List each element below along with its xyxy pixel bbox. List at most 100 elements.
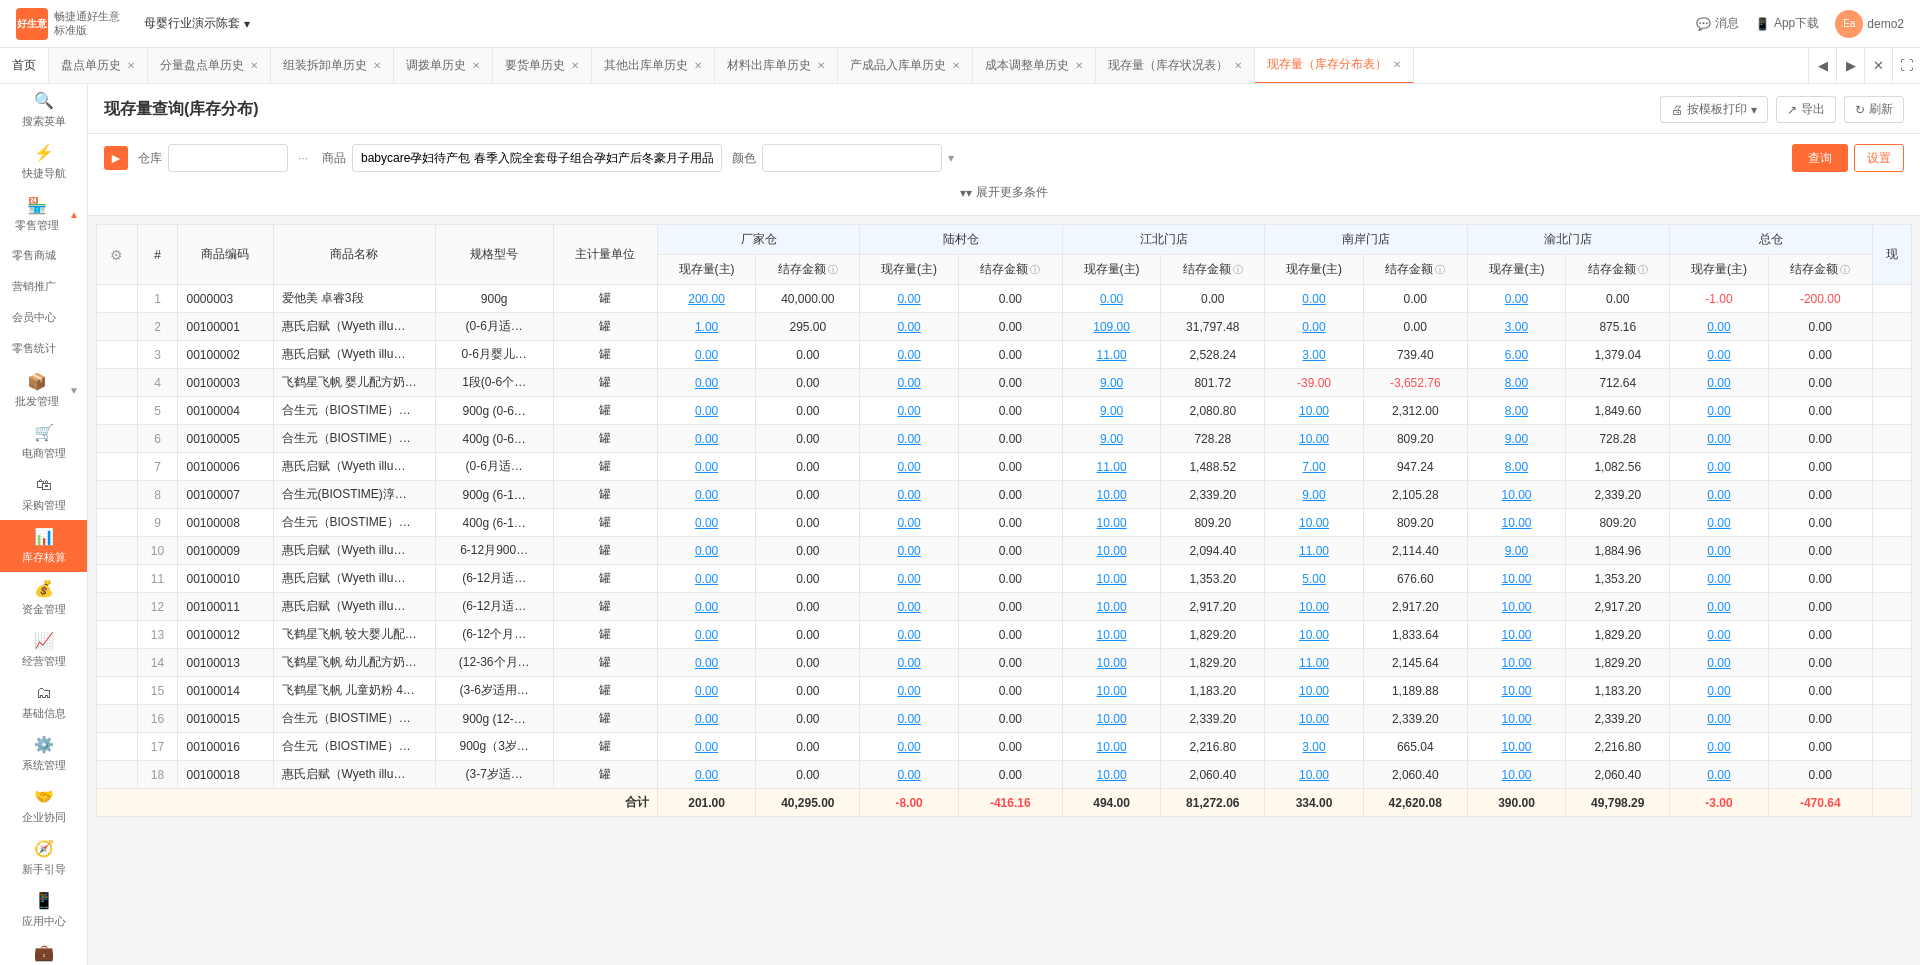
sidebar-item-operation[interactable]: 📈 经营管理: [0, 624, 87, 676]
finance-icon: 💰: [34, 579, 54, 598]
tab-stock-status[interactable]: 现存量（库存状况表） ✕: [1096, 48, 1255, 84]
col-settings-header[interactable]: ⚙: [97, 225, 138, 285]
color-label: 颜色: [732, 150, 756, 167]
user-menu[interactable]: Ea demo2: [1835, 10, 1904, 38]
logo-area[interactable]: 好生意 畅捷通好生意 标准版: [16, 8, 120, 40]
tab-branch-check[interactable]: 分量盘点单历史 ✕: [148, 48, 271, 84]
app-download-btn[interactable]: 📱 App下载: [1755, 15, 1819, 32]
col-code-header: 商品编码: [178, 225, 273, 285]
sidebar-item-appcenter[interactable]: 📱 应用中心: [0, 884, 87, 936]
warehouse-more-btn[interactable]: ···: [294, 151, 312, 165]
info-icon[interactable]: ⓘ: [1638, 264, 1648, 275]
sidebar-item-search[interactable]: 🔍 搜索英单: [0, 84, 87, 136]
close-icon[interactable]: ✕: [127, 60, 135, 71]
info-icon[interactable]: ⓘ: [1840, 264, 1850, 275]
tab-stock-dist[interactable]: 现存量（库存分布表） ✕: [1255, 48, 1414, 84]
color-input[interactable]: [762, 144, 942, 172]
expand-row: ▾▾ 展开更多条件: [104, 180, 1904, 205]
export-btn[interactable]: ↗ 导出: [1776, 96, 1836, 123]
sidebar-item-ecommerce[interactable]: 🛒 电商管理: [0, 416, 87, 468]
info-icon[interactable]: ⓘ: [1233, 264, 1243, 275]
table-row: 16 00100015 合生元（BIOSTIME）… 900g (12-… 罐 …: [97, 705, 1912, 733]
tab-product-in[interactable]: 产成品入库单历史 ✕: [838, 48, 973, 84]
sidebar-item-base[interactable]: 🗂 基础信息: [0, 676, 87, 728]
close-icon[interactable]: ✕: [817, 60, 825, 71]
info-icon[interactable]: ⓘ: [1435, 264, 1445, 275]
product-input[interactable]: [352, 144, 722, 172]
warehouse-input[interactable]: [168, 144, 288, 172]
industry-selector[interactable]: 母婴行业演示陈套 ▾: [144, 15, 250, 32]
col-lu-amt: 结存金额ⓘ: [958, 255, 1062, 285]
close-icon[interactable]: ✕: [250, 60, 258, 71]
page-header: 现存量查询(库存分布) 🖨 按模板打印 ▾ ↗ 导出 ↻ 刷新: [88, 84, 1920, 134]
nav-close-btn[interactable]: ✕: [1864, 48, 1892, 84]
tab-transfer[interactable]: 调拨单历史 ✕: [394, 48, 493, 84]
guide-icon: 🧭: [34, 839, 54, 858]
product-search-item: 商品: [322, 144, 722, 172]
sidebar-item-enterprise[interactable]: 🤝 企业协同: [0, 780, 87, 832]
sidebar-item-marketing[interactable]: 营销推广: [0, 271, 87, 302]
table-row: 5 00100004 合生元（BIOSTIME）… 900g (0-6… 罐 0…: [97, 397, 1912, 425]
search-bar: ► 仓库 ··· 商品 颜色 ▾ 查询 设置: [88, 134, 1920, 216]
tab-inventory-check[interactable]: 盘点单历史 ✕: [49, 48, 148, 84]
sidebar-item-stock[interactable]: 📊 库存核算: [0, 520, 87, 572]
sidebar-item-wecom[interactable]: 💼 企业微信: [0, 936, 87, 965]
tab-other-out[interactable]: 其他出库单历史 ✕: [592, 48, 715, 84]
close-icon[interactable]: ✕: [571, 60, 579, 71]
setting-btn[interactable]: 设置: [1854, 144, 1904, 172]
chevron-down-icon: ▾▾: [960, 186, 972, 200]
ecommerce-icon: 🛒: [34, 423, 54, 442]
nav-expand-btn[interactable]: ⛶: [1892, 48, 1920, 84]
enterprise-icon: 🤝: [34, 787, 54, 806]
top-bar-right: 💬 消息 📱 App下载 Ea demo2: [1696, 10, 1904, 38]
tab-cost-adjust[interactable]: 成本调整单历史 ✕: [973, 48, 1096, 84]
tab-material-out[interactable]: 材料出库单历史 ✕: [715, 48, 838, 84]
col-unit-header: 主计量单位: [553, 225, 657, 285]
message-btn[interactable]: 💬 消息: [1696, 15, 1739, 32]
table-row: 12 00100011 惠氏启赋（Wyeth illu… (6-12月适… 罐 …: [97, 593, 1912, 621]
sidebar-item-retail-mgmt[interactable]: 🏪 零售管理 ▲: [0, 188, 87, 240]
footer-more: [1872, 789, 1911, 817]
sidebar-item-retail-shop[interactable]: 零售商城: [0, 240, 87, 271]
table-row: 11 00100010 惠氏启赋（Wyeth illu… (6-12月适… 罐 …: [97, 565, 1912, 593]
sidebar-item-wholesale[interactable]: 📦 批发管理 ▼: [0, 364, 87, 416]
phone-icon: 📱: [1755, 17, 1770, 31]
tab-assemble[interactable]: 组装拆卸单历史 ✕: [271, 48, 394, 84]
refresh-btn[interactable]: ↻ 刷新: [1844, 96, 1904, 123]
col-no-header: #: [137, 225, 178, 285]
nav-arrows: ◀ ▶ ✕ ⛶: [1808, 48, 1920, 84]
chevron-down-icon: ▼: [69, 385, 79, 396]
close-icon[interactable]: ✕: [1234, 60, 1242, 71]
settings-icon[interactable]: ⚙: [110, 247, 123, 263]
tab-purchase-order[interactable]: 要货单历史 ✕: [493, 48, 592, 84]
col-yubei-qty: 现存量(主): [1467, 255, 1566, 285]
footer-yubei-amt: 49,798.29: [1566, 789, 1670, 817]
sidebar-item-finance[interactable]: 💰 资金管理: [0, 572, 87, 624]
collapse-btn[interactable]: ►: [104, 146, 128, 170]
close-icon[interactable]: ✕: [1393, 59, 1401, 70]
expand-conditions-btn[interactable]: ▾▾ 展开更多条件: [960, 184, 1048, 201]
query-btn[interactable]: 查询: [1792, 144, 1848, 172]
sidebar-item-purchase[interactable]: 🛍 采购管理: [0, 468, 87, 520]
sidebar-item-shortcut[interactable]: ⚡ 快捷导航: [0, 136, 87, 188]
main-layout: 🔍 搜索英单 ⚡ 快捷导航 🏪 零售管理 ▲ 零售商城 营销推广 会员中心 零售…: [0, 84, 1920, 965]
logo-icon: 好生意: [16, 8, 48, 40]
info-icon[interactable]: ⓘ: [1030, 264, 1040, 275]
print-btn[interactable]: 🖨 按模板打印 ▾: [1660, 96, 1768, 123]
warehouse-search-item: 仓库 ···: [138, 144, 312, 172]
close-icon[interactable]: ✕: [952, 60, 960, 71]
sidebar-item-retail-stats[interactable]: 零售统计: [0, 333, 87, 364]
sidebar-item-member[interactable]: 会员中心: [0, 302, 87, 333]
col-nan-amt: 结存金额ⓘ: [1363, 255, 1467, 285]
nav-next-btn[interactable]: ▶: [1836, 48, 1864, 84]
footer-yubei-qty: 390.00: [1467, 789, 1566, 817]
info-icon[interactable]: ⓘ: [828, 264, 838, 275]
close-icon[interactable]: ✕: [694, 60, 702, 71]
tab-home[interactable]: 首页: [0, 48, 49, 84]
close-icon[interactable]: ✕: [472, 60, 480, 71]
nav-prev-btn[interactable]: ◀: [1808, 48, 1836, 84]
sidebar-item-system[interactable]: ⚙️ 系统管理: [0, 728, 87, 780]
sidebar-item-guide[interactable]: 🧭 新手引导: [0, 832, 87, 884]
close-icon[interactable]: ✕: [1075, 60, 1083, 71]
close-icon[interactable]: ✕: [373, 60, 381, 71]
